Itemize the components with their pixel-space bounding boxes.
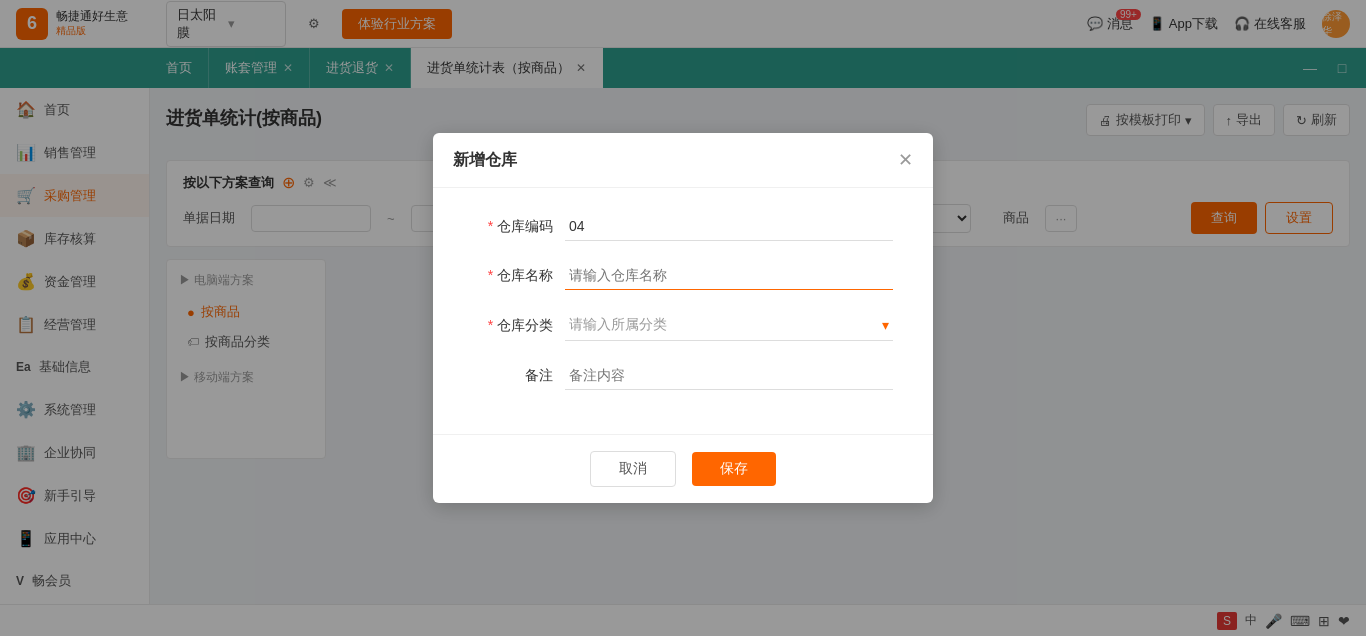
warehouse-note-row: 备注 <box>473 361 893 390</box>
warehouse-name-input[interactable] <box>565 261 893 290</box>
warehouse-note-label: 备注 <box>473 367 553 385</box>
warehouse-category-label: 仓库分类 <box>473 317 553 335</box>
category-chevron-icon: ▾ <box>882 317 889 333</box>
dialog-body: 仓库编码 仓库名称 仓库分类 请输入所属分类 ▾ 备注 <box>433 188 933 434</box>
modal-overlay: 新增仓库 ✕ 仓库编码 仓库名称 仓库分类 请输入所属分类 ▾ 备注 <box>0 0 1366 636</box>
warehouse-note-input[interactable] <box>565 361 893 390</box>
add-warehouse-dialog: 新增仓库 ✕ 仓库编码 仓库名称 仓库分类 请输入所属分类 ▾ 备注 <box>433 133 933 503</box>
cancel-button[interactable]: 取消 <box>590 451 676 487</box>
warehouse-category-select[interactable]: 请输入所属分类 ▾ <box>565 310 893 341</box>
warehouse-code-label: 仓库编码 <box>473 218 553 236</box>
category-placeholder: 请输入所属分类 <box>569 316 667 334</box>
dialog-title: 新增仓库 <box>453 150 517 171</box>
dialog-close-button[interactable]: ✕ <box>898 149 913 171</box>
warehouse-name-row: 仓库名称 <box>473 261 893 290</box>
warehouse-code-input[interactable] <box>565 212 893 241</box>
dialog-footer: 取消 保存 <box>433 434 933 503</box>
dialog-header: 新增仓库 ✕ <box>433 133 933 188</box>
warehouse-category-row: 仓库分类 请输入所属分类 ▾ <box>473 310 893 341</box>
warehouse-name-label: 仓库名称 <box>473 267 553 285</box>
warehouse-code-row: 仓库编码 <box>473 212 893 241</box>
save-button[interactable]: 保存 <box>692 452 776 486</box>
